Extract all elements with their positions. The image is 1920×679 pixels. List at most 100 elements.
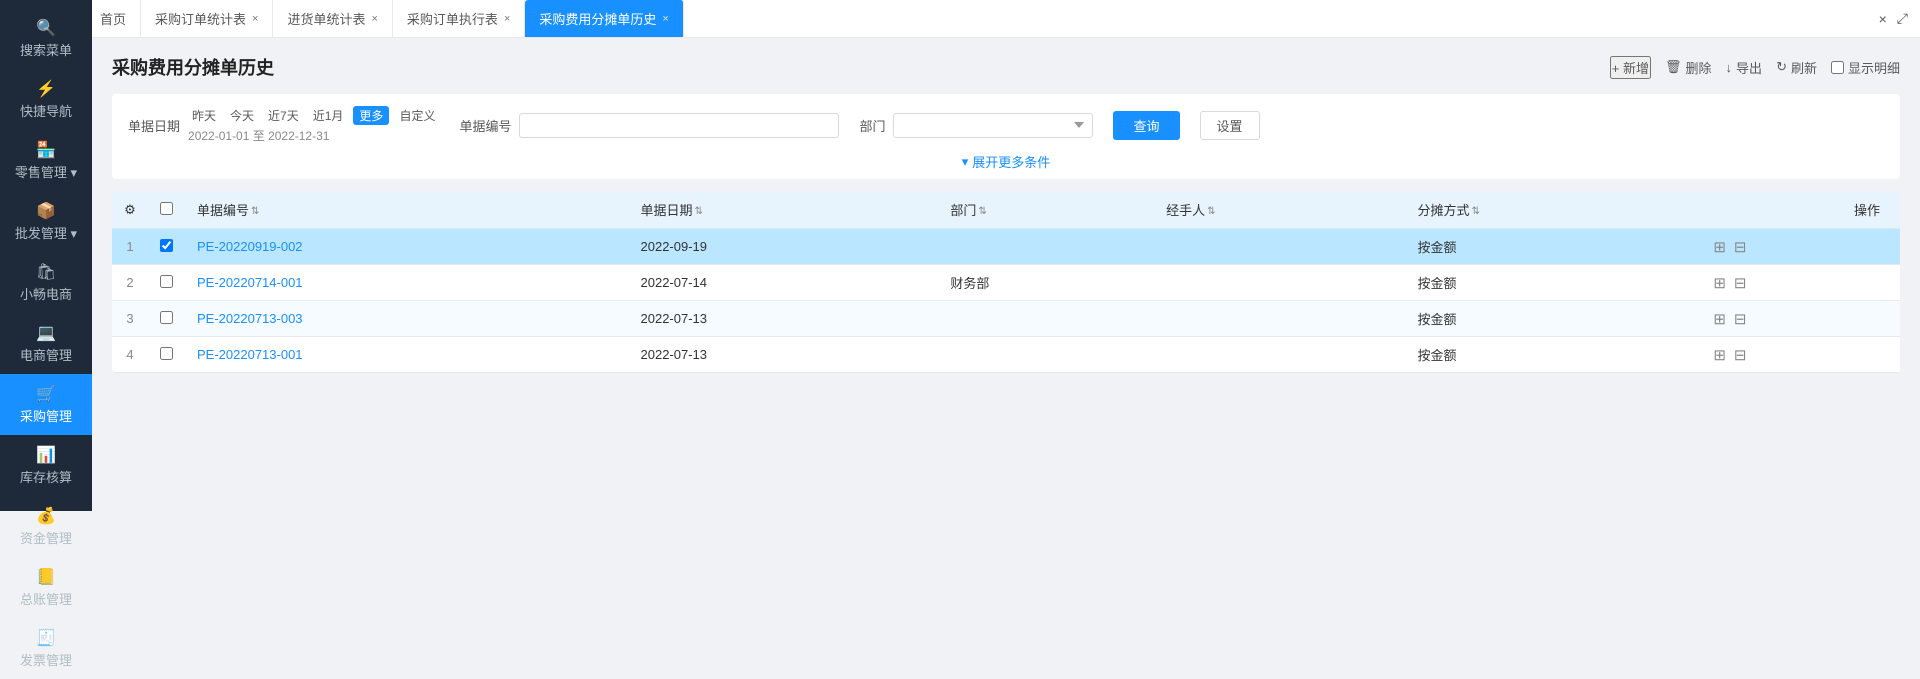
page-content: 采购费用分摊单历史 + 新增 🗑 删除 ↓ 导出 ↻ 刷新 显示明细 [92,38,1920,511]
row-checkbox-4[interactable] [160,347,173,360]
settings-button[interactable]: 设置 [1200,111,1260,140]
tab-purchase-fee-history[interactable]: 采购费用分摊单历史 × [525,0,683,37]
row-split-method-2: 按金额 [1405,265,1701,301]
doc-no-link-2[interactable]: PE-20220714-001 [197,275,303,290]
show-cols-toggle[interactable]: 显示明细 [1831,58,1900,77]
edit-icon-1[interactable]: ⊟ [1734,238,1747,256]
sidebar-label-quicknav: 快捷导航 [20,101,72,120]
action-icons-4: ⊞ ⊟ [1713,346,1888,364]
shortcut-custom[interactable]: 自定义 [395,106,439,125]
tab-home[interactable]: 首页 [100,0,141,37]
view-icon-2[interactable]: ⊞ [1713,274,1726,292]
sidebar-item-finance[interactable]: 💰 资金管理 [0,496,92,557]
tab-inbound-stats[interactable]: 进货单统计表× [273,0,392,37]
doc-no-input[interactable] [519,113,839,138]
edit-icon-2[interactable]: ⊟ [1734,274,1747,292]
wholesale-icon: 📦 [36,201,56,221]
row-doc-no-1: PE-20220919-002 [185,229,629,265]
row-checkbox-3[interactable] [160,311,173,324]
select-all-checkbox[interactable] [160,202,173,215]
shortcut-yesterday[interactable]: 昨天 [188,106,220,125]
sidebar-item-retail[interactable]: 🏪 零售管理 ▾ [0,130,92,191]
table-row: 3 PE-20220713-003 2022-07-13 按金额 ⊞ ⊟ [112,301,1900,337]
row-split-method-4: 按金额 [1405,337,1701,373]
sidebar-item-ecom[interactable]: 💻 电商管理 [0,313,92,374]
row-checkbox-1[interactable] [160,239,173,252]
sidebar-item-invoice[interactable]: 🧾 发票管理 [0,618,92,679]
sidebar-item-quicknav[interactable]: ⚡ 快捷导航 [0,69,92,130]
tab-purchase-order-exec[interactable]: 采购订单执行表 × [393,0,525,37]
tab-close-purchase-order-stats[interactable]: × [252,13,258,25]
sidebar-item-ecom-mini[interactable]: 🛍 小畅电商 [0,252,92,313]
sidebar-item-ledger[interactable]: 📒 总账管理 [0,557,92,618]
shortcut-7days[interactable]: 近7天 [264,106,303,125]
page-header: 采购费用分摊单历史 + 新增 🗑 删除 ↓ 导出 ↻ 刷新 显示明细 [112,54,1900,80]
sidebar-label-wholesale: 批发管理 ▾ [15,223,77,242]
show-cols-checkbox[interactable] [1831,61,1844,74]
export-button[interactable]: ↓ 导出 [1726,58,1763,77]
sidebar-item-purchase[interactable]: 🛒 采购管理 [0,374,92,435]
row-checkbox-2[interactable] [160,275,173,288]
row-action-2: ⊞ ⊟ [1701,265,1900,301]
date-shortcuts: 昨天 今天 近7天 近1月 更多 自定义 [188,106,439,125]
sidebar-item-wholesale[interactable]: 📦 批发管理 ▾ [0,191,92,252]
view-icon-4[interactable]: ⊞ [1713,346,1726,364]
delete-button[interactable]: 🗑 删除 [1665,58,1712,77]
row-handler-2 [1154,265,1405,301]
doc-no-link-4[interactable]: PE-20220713-001 [197,347,303,362]
row-dept-1 [938,229,1154,265]
sort-doc-date-icon[interactable]: ⇅ [695,206,703,217]
row-doc-no-3: PE-20220713-003 [185,301,629,337]
sort-split-icon[interactable]: ⇅ [1471,206,1479,217]
refresh-button[interactable]: ↻ 刷新 [1776,58,1817,77]
view-icon-1[interactable]: ⊞ [1713,238,1726,256]
row-doc-date-4: 2022-07-13 [629,337,939,373]
window-maximize-button[interactable]: ⤢ [1897,10,1908,27]
dept-select[interactable]: 财务部 [893,113,1093,138]
edit-icon-4[interactable]: ⊟ [1734,346,1747,364]
sidebar-label-search: 搜索菜单 [20,40,72,59]
query-button[interactable]: 查询 [1113,111,1179,140]
sidebar-label-ecom: 电商管理 [20,345,72,364]
tab-label-purchase-fee-history: 采购费用分摊单历史 [539,9,656,28]
col-doc-date: 单据日期⇅ [629,191,939,229]
tab-label-purchase-order-exec: 采购订单执行表 [407,9,498,28]
shortcut-1month[interactable]: 近1月 [309,106,348,125]
filter-row-1: 单据日期 昨天 今天 近7天 近1月 更多 自定义 2022-01-01 至 2… [128,106,1884,144]
col-action: 操作 [1701,191,1900,229]
window-close-button[interactable]: × [1879,11,1887,27]
shortcut-today[interactable]: 今天 [226,106,258,125]
row-split-method-1: 按金额 [1405,229,1701,265]
row-doc-date-1: 2022-09-19 [629,229,939,265]
sort-dept-icon[interactable]: ⇅ [978,206,986,217]
inventory-icon: 📊 [36,445,56,465]
sort-handler-icon[interactable]: ⇅ [1207,206,1215,217]
doc-no-link-1[interactable]: PE-20220919-002 [197,239,303,254]
row-checkbox-cell-4 [148,337,185,373]
row-num-4: 4 [112,337,148,373]
doc-no-link-3[interactable]: PE-20220713-003 [197,311,303,326]
shortcut-more[interactable]: 更多 [353,106,389,125]
tab-close-purchase-fee-history[interactable]: × [662,13,668,25]
sort-doc-no-icon[interactable]: ⇅ [251,206,259,217]
invoice-icon: 🧾 [36,628,56,648]
row-split-method-3: 按金额 [1405,301,1701,337]
table-row: 1 PE-20220919-002 2022-09-19 按金额 ⊞ ⊟ [112,229,1900,265]
edit-icon-3[interactable]: ⊟ [1734,310,1747,328]
tab-purchase-order-stats[interactable]: 采购订单统计表× [141,0,273,37]
sidebar-item-search[interactable]: 🔍 搜索菜单 [0,8,92,69]
row-dept-4 [938,337,1154,373]
action-icons-1: ⊞ ⊟ [1713,238,1888,256]
tab-close-inbound-stats[interactable]: × [371,13,377,25]
export-icon: ↓ [1726,60,1733,75]
main-content: 首页采购订单统计表×进货单统计表×采购订单执行表×采购费用分摊单历史× × ⤢ … [92,0,1920,511]
col-handler: 经手人⇅ [1154,191,1405,229]
expand-more-conditions[interactable]: ▾ 展开更多条件 [128,152,1884,171]
tab-close-purchase-order-exec[interactable]: × [504,13,510,25]
sidebar-item-inventory[interactable]: 📊 库存核算 [0,435,92,496]
row-doc-date-2: 2022-07-14 [629,265,939,301]
view-icon-3[interactable]: ⊞ [1713,310,1726,328]
col-settings[interactable]: ⚙ [112,191,148,229]
add-button[interactable]: + 新增 [1610,56,1651,79]
sidebar-label-retail: 零售管理 ▾ [15,162,77,181]
